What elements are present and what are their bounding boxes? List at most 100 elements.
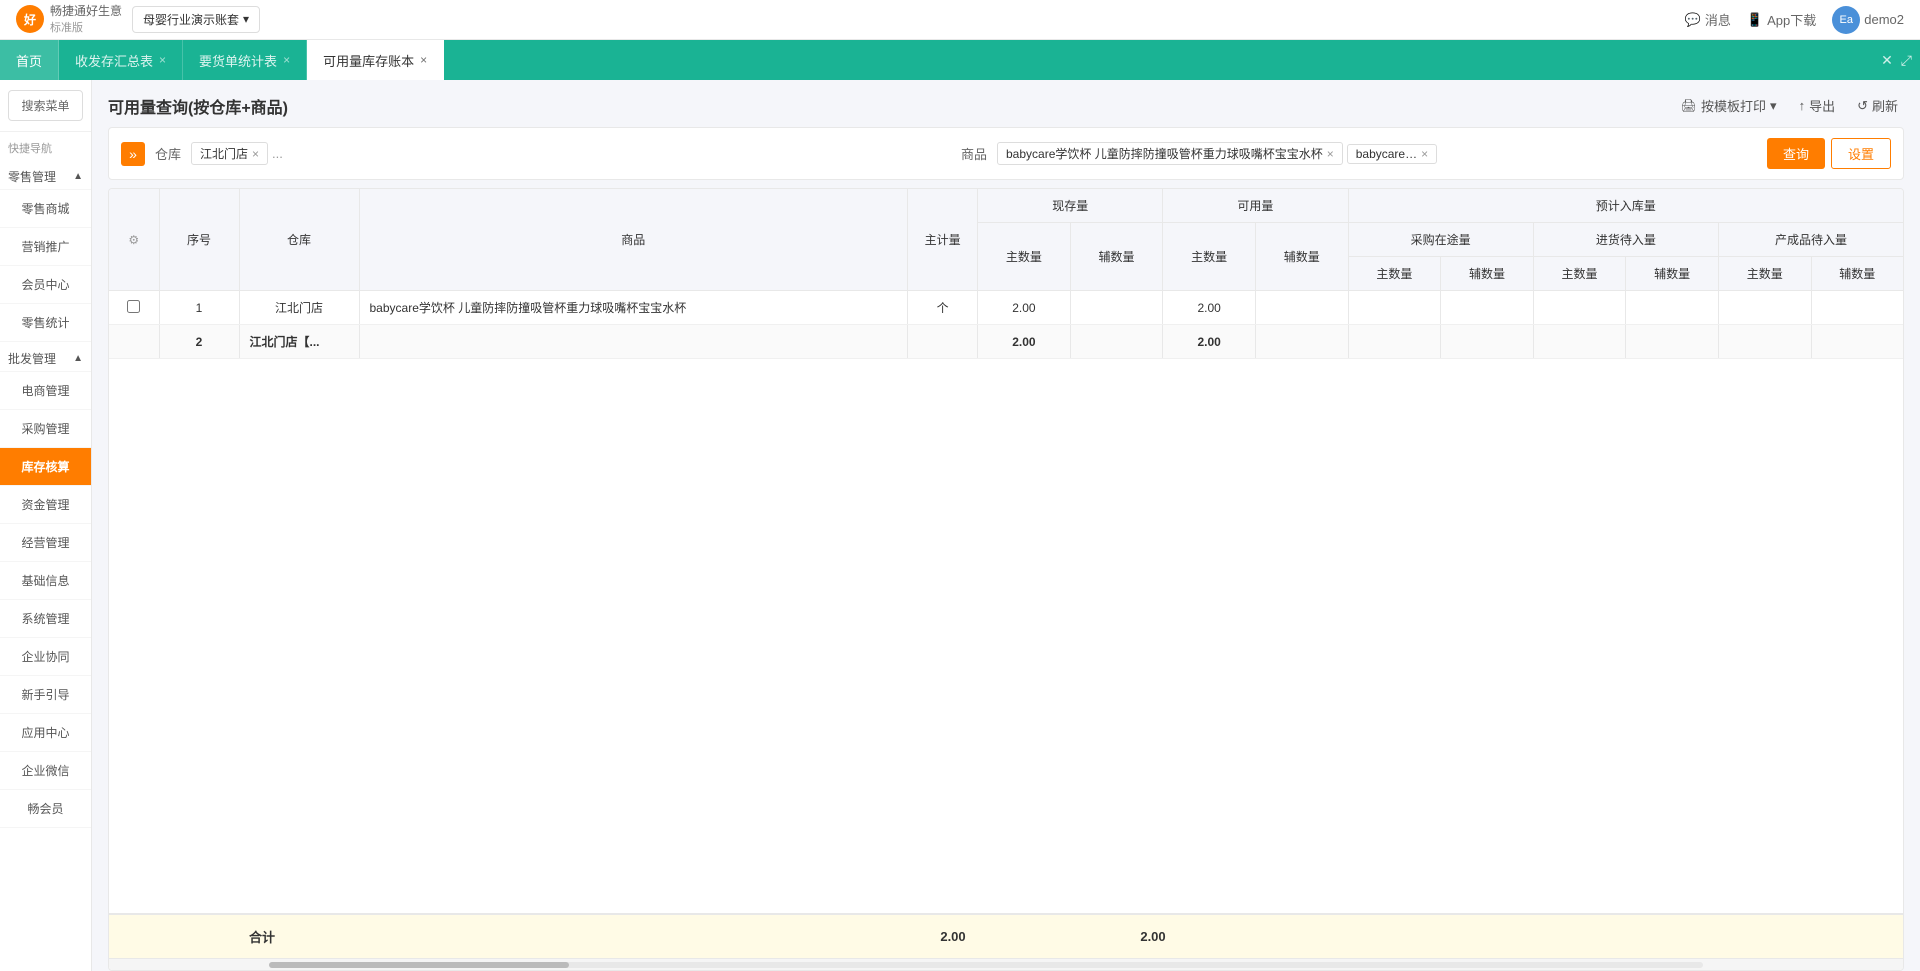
order-summary-label: 要货单统计表 [199, 51, 277, 70]
industry-selector[interactable]: 母婴行业演示账套 ▾ [132, 6, 260, 33]
tab-receive-summary[interactable]: 收发存汇总表 × [59, 40, 183, 80]
th-product: 商品 [359, 189, 908, 291]
sidebar-item-finance-mgmt[interactable]: 资金管理 [0, 486, 91, 524]
sidebar-item-operations-mgmt[interactable]: 经营管理 [0, 524, 91, 562]
export-btn[interactable]: ↑ 导出 [1793, 92, 1842, 119]
close-window-btn[interactable]: ✕ [1881, 52, 1893, 69]
sidebar-item-retail-mall[interactable]: 零售商城 [0, 190, 91, 228]
sidebar-item-enterprise-wechat[interactable]: 企业微信 [0, 752, 91, 790]
print-icon: 🖨 [1681, 98, 1698, 114]
message-btn[interactable]: 💬 消息 [1685, 10, 1731, 29]
warehouse-tag: 江北门店 × [191, 142, 268, 165]
top-bar-left: 好 畅捷通好生意 标准版 母婴行业演示账套 ▾ [16, 4, 260, 34]
th-inbound-pending-group: 进货待入量 [1533, 223, 1718, 257]
subtotal-row: 2 江北门店【... 2.00 2.00 [109, 325, 1903, 359]
filter-bar: » 仓库 江北门店 × ... 商品 babycare学饮杯 儿童防摔防撞吸管杯… [108, 127, 1904, 180]
home-tab-label: 首页 [16, 51, 42, 70]
settings-button[interactable]: 设置 [1831, 138, 1891, 169]
th-planned-inbound-group: 预计入库量 [1348, 189, 1903, 223]
sidebar-item-enterprise-collab[interactable]: 企业协同 [0, 638, 91, 676]
footer-finished-pending-aux [1803, 933, 1903, 941]
app-download-btn[interactable]: 📱 App下载 [1747, 10, 1816, 29]
print-btn[interactable]: 🖨 按模板打印 ▾ [1675, 92, 1783, 119]
sidebar-item-ecommerce-mgmt[interactable]: 电商管理 [0, 372, 91, 410]
sidebar-item-marketing[interactable]: 营销推广 [0, 228, 91, 266]
th-purchase-transit-aux: 辅数量 [1441, 257, 1534, 291]
table-row: 1 江北门店 babycare学饮杯 儿童防摔防撞吸管杯重力球吸嘴杯宝宝水杯 个… [109, 291, 1903, 325]
row-1-finished-pending-aux [1811, 291, 1903, 325]
download-icon: 📱 [1747, 12, 1763, 28]
sidebar-item-basic-info[interactable]: 基础信息 [0, 562, 91, 600]
row-1-available-aux [1255, 291, 1348, 325]
tab-close-order[interactable]: × [283, 53, 290, 67]
footer-stock-main: 2.00 [903, 925, 1003, 948]
scrollbar-track [269, 962, 1703, 968]
filter-expand-btn[interactable]: » [121, 142, 145, 166]
tab-home[interactable]: 首页 [0, 40, 59, 80]
maximize-window-btn[interactable]: ⤢ [1901, 52, 1912, 69]
top-bar: 好 畅捷通好生意 标准版 母婴行业演示账套 ▾ 💬 消息 📱 App下载 Ea … [0, 0, 1920, 40]
product-tag-1: babycare学饮杯 儿童防摔防撞吸管杯重力球吸嘴杯宝宝水杯 × [997, 142, 1343, 165]
export-label: 导出 [1809, 96, 1835, 115]
sidebar-item-retail-stats[interactable]: 零售统计 [0, 304, 91, 342]
row-1-stock-aux [1070, 291, 1163, 325]
sidebar-item-wholesale-mgmt[interactable]: 批发管理 ▲ [0, 342, 91, 372]
message-icon: 💬 [1685, 12, 1701, 28]
row-1-stock-main: 2.00 [978, 291, 1071, 325]
sidebar-item-new-guide[interactable]: 新手引导 [0, 676, 91, 714]
warehouse-tag-remove[interactable]: × [252, 147, 259, 161]
sidebar-item-inventory-mgmt[interactable]: 库存核算 [0, 448, 91, 486]
product-tag-2-remove[interactable]: × [1421, 147, 1428, 161]
print-label: 按模板打印 [1701, 96, 1766, 115]
tab-bar: 首页 收发存汇总表 × 要货单统计表 × 可用量库存账本 × ✕ ⤢ [0, 40, 1920, 80]
warehouse-filter-tags: 江北门店 × ... [191, 142, 951, 165]
filter-actions: 查询 设置 [1767, 138, 1891, 169]
industry-label: 母婴行业演示账套 [143, 11, 239, 28]
scrollbar-thumb[interactable] [269, 962, 569, 968]
sidebar-item-member-center[interactable]: 会员中心 [0, 266, 91, 304]
sidebar-item-app-center[interactable]: 应用中心 [0, 714, 91, 752]
horizontal-scrollbar[interactable] [109, 958, 1903, 970]
user-area[interactable]: Ea demo2 [1832, 6, 1904, 34]
sidebar-item-system-mgmt[interactable]: 系统管理 [0, 600, 91, 638]
sidebar-item-retail-mgmt[interactable]: 零售管理 ▲ [0, 160, 91, 190]
app-name: 畅捷通好生意 [50, 4, 122, 18]
table-scroll[interactable]: ⚙ 序号 仓库 商品 主计量 [109, 189, 1903, 913]
table-footer: 合计 2.00 2.00 [109, 913, 1903, 958]
row-1-checkbox[interactable] [109, 291, 159, 325]
logo-text-area: 畅捷通好生意 标准版 [50, 4, 122, 34]
tab-close-receive[interactable]: × [159, 53, 166, 67]
th-inbound-pending-aux: 辅数量 [1626, 257, 1719, 291]
row-1-unit: 个 [908, 291, 978, 325]
th-purchase-transit-group: 采购在途量 [1348, 223, 1533, 257]
refresh-btn[interactable]: ↺ 刷新 [1851, 92, 1904, 119]
sidebar-item-purchase-mgmt[interactable]: 采购管理 [0, 410, 91, 448]
query-button[interactable]: 查询 [1767, 138, 1825, 169]
chevron-down-icon: ▾ [243, 12, 249, 26]
product-tag-2: babycare… × [1347, 144, 1437, 164]
quick-nav-label: 快捷导航 [0, 132, 91, 160]
footer-inbound-pending-aux [1603, 933, 1703, 941]
username: demo2 [1864, 12, 1904, 27]
app-download-label: App下载 [1767, 10, 1816, 29]
row-1-inbound-pending-aux [1626, 291, 1719, 325]
warehouse-more-indicator[interactable]: ... [272, 146, 283, 161]
row-1-inbound-pending-main [1533, 291, 1626, 325]
th-finished-pending-group: 产成品待入量 [1718, 223, 1903, 257]
sidebar-item-vip-member[interactable]: 畅会员 [0, 790, 91, 828]
search-menu-btn[interactable]: 搜索菜单 [8, 90, 83, 121]
page-header: 可用量查询(按仓库+商品) 🖨 按模板打印 ▾ ↑ 导出 ↺ 刷新 [92, 80, 1920, 127]
tab-available-stock[interactable]: 可用量库存账本 × [307, 40, 444, 80]
table-settings-icon[interactable]: ⚙ [128, 233, 139, 247]
footer-row: 合计 2.00 2.00 [109, 923, 1903, 950]
app-logo: 好 [16, 5, 44, 33]
subtotal-warehouse: 江北门店【... [239, 325, 359, 359]
data-table: ⚙ 序号 仓库 商品 主计量 [109, 189, 1903, 359]
footer-available-main: 2.00 [1103, 925, 1203, 948]
tab-close-available[interactable]: × [420, 53, 427, 67]
main-layout: 搜索菜单 快捷导航 零售管理 ▲ 零售商城 营销推广 会员中心 零售统计 批发管… [0, 80, 1920, 971]
product-tag-1-remove[interactable]: × [1327, 147, 1334, 161]
tab-order-summary[interactable]: 要货单统计表 × [183, 40, 307, 80]
footer-stock-aux [1003, 933, 1103, 941]
th-inbound-pending-main: 主数量 [1533, 257, 1626, 291]
